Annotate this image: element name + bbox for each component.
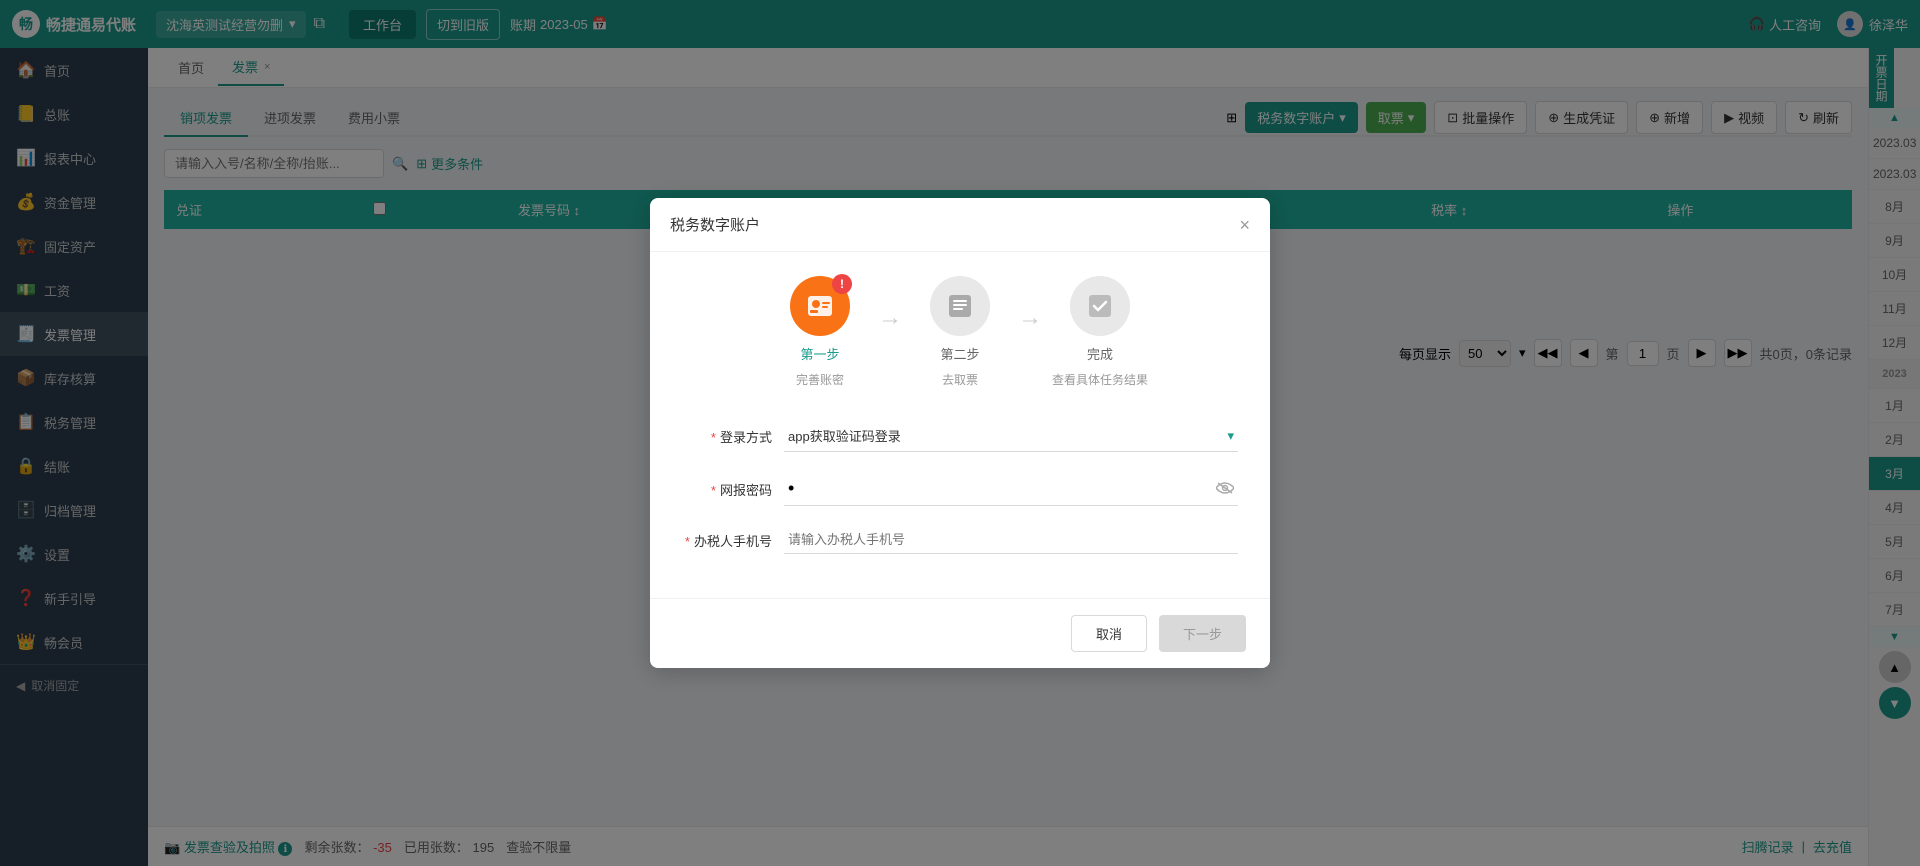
step2-desc: 去取票: [942, 371, 978, 388]
step3-label: 完成: [1087, 344, 1113, 363]
modal: 税务数字账户 × !: [650, 198, 1270, 668]
modal-title: 税务数字账户: [670, 214, 760, 235]
step3-desc: 查看具体任务结果: [1052, 371, 1148, 388]
modal-header: 税务数字账户 ×: [650, 198, 1270, 252]
form-password: 网报密码: [682, 472, 1238, 506]
form-login-method: 登录方式 app获取验证码登录 ▾: [682, 420, 1238, 452]
step-arrow-1: →: [878, 304, 902, 360]
login-method-select[interactable]: app获取验证码登录 ▾: [784, 420, 1238, 452]
password-label: 网报密码: [682, 480, 772, 499]
steps: ! 第一步 完善账密 → 第: [682, 276, 1238, 388]
password-input[interactable]: [784, 472, 1238, 506]
login-method-value: app获取验证码登录: [788, 426, 901, 445]
step3-icon: [1070, 276, 1130, 336]
step-2: 第二步 去取票: [910, 276, 1010, 388]
select-dropdown-icon: ▾: [1227, 428, 1234, 444]
form-phone: 办税人手机号: [682, 526, 1238, 554]
phone-input[interactable]: [784, 526, 1238, 554]
login-method-label: 登录方式: [682, 427, 772, 446]
eye-icon[interactable]: [1216, 481, 1234, 497]
modal-overlay[interactable]: 税务数字账户 × !: [0, 0, 1920, 866]
next-button[interactable]: 下一步: [1159, 615, 1246, 652]
step-1: ! 第一步 完善账密: [770, 276, 870, 388]
password-row: [784, 472, 1238, 506]
modal-close-button[interactable]: ×: [1239, 216, 1250, 234]
cancel-button[interactable]: 取消: [1071, 615, 1147, 652]
step-3: 完成 查看具体任务结果: [1050, 276, 1150, 388]
step1-icon: !: [790, 276, 850, 336]
step2-label: 第二步: [940, 344, 979, 363]
step1-badge: !: [832, 274, 852, 294]
step1-desc: 完善账密: [796, 371, 844, 388]
modal-footer: 取消 下一步: [650, 598, 1270, 668]
phone-label: 办税人手机号: [682, 531, 772, 550]
step1-label: 第一步: [800, 344, 839, 363]
step-arrow-2: →: [1018, 304, 1042, 360]
modal-body: ! 第一步 完善账密 → 第: [650, 252, 1270, 598]
step2-icon: [930, 276, 990, 336]
